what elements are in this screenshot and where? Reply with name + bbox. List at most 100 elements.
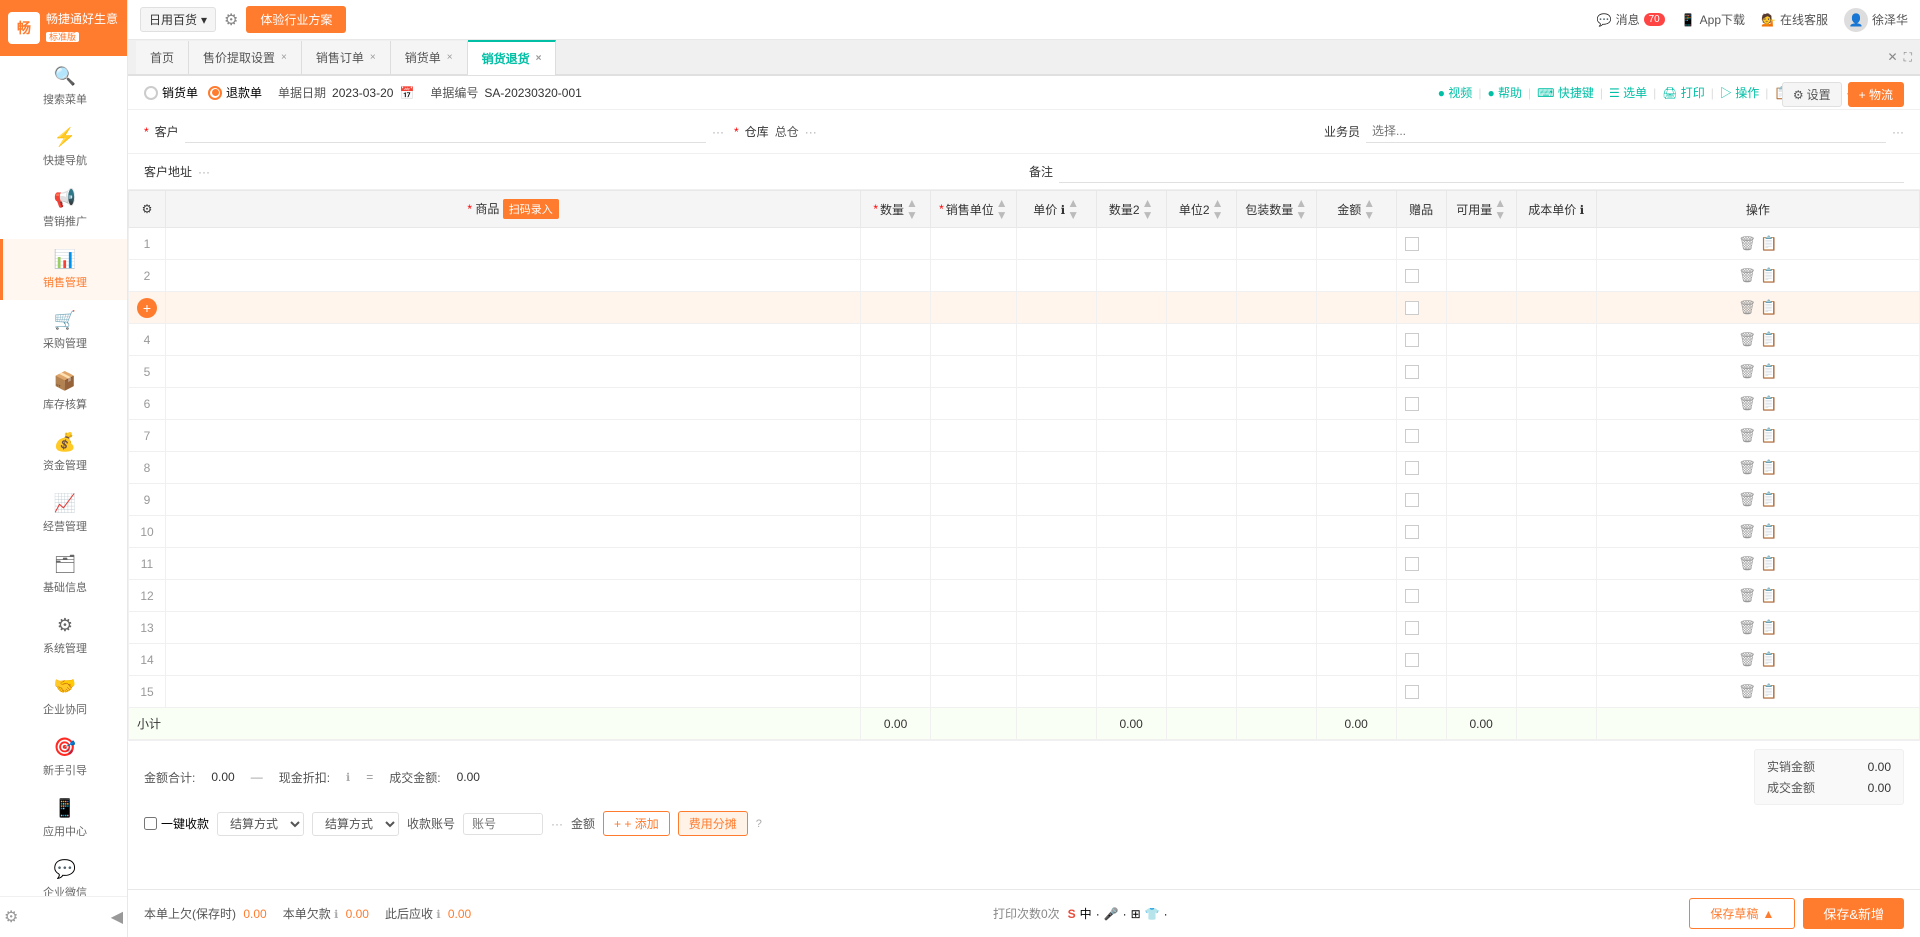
discount-tip-icon[interactable]: ℹ (346, 771, 350, 784)
row-unit2-8[interactable] (1166, 452, 1236, 484)
row-qty2-7[interactable] (1096, 420, 1166, 452)
gift-checkbox-12[interactable] (1405, 589, 1419, 603)
available-sort-icon[interactable]: ▲▼ (1494, 197, 1506, 221)
row-cost-12[interactable] (1516, 580, 1596, 612)
row-qty-12[interactable] (861, 580, 931, 612)
row-cost-2[interactable] (1516, 260, 1596, 292)
gift-checkbox-6[interactable] (1405, 397, 1419, 411)
row-qty-13[interactable] (861, 612, 931, 644)
sidebar-item-system[interactable]: ⚙ 系统管理 (0, 605, 127, 666)
row-qty2-1[interactable] (1096, 228, 1166, 260)
row-cost-8[interactable] (1516, 452, 1596, 484)
copy-row-icon-10[interactable]: 📋 (1760, 523, 1777, 540)
row-amount-14[interactable] (1316, 644, 1396, 676)
row-price-6[interactable] (1016, 388, 1096, 420)
row-unit-10[interactable] (931, 516, 1017, 548)
tab-4[interactable]: 销货退货 × (468, 40, 557, 75)
row-qty2-9[interactable] (1096, 484, 1166, 516)
row-gift-4[interactable] (1396, 324, 1446, 356)
row-unit-6[interactable] (931, 388, 1017, 420)
row-unit2-6[interactable] (1166, 388, 1236, 420)
print-link[interactable]: 🖨 打印 (1662, 84, 1705, 101)
copy-row-icon-12[interactable]: 📋 (1760, 587, 1777, 604)
row-unit2-13[interactable] (1166, 612, 1236, 644)
row-unit-2[interactable] (931, 260, 1017, 292)
amount-sort-icon[interactable]: ▲▼ (1363, 197, 1375, 221)
row-gift-13[interactable] (1396, 612, 1446, 644)
tab-close-icon[interactable]: × (370, 52, 376, 63)
row-qty-1[interactable] (861, 228, 931, 260)
price-sort-icon[interactable]: ▲▼ (1067, 197, 1079, 221)
row-qty-2[interactable] (861, 260, 931, 292)
settings-btn[interactable]: ⚙ 设置 (1782, 82, 1842, 107)
row-cost-11[interactable] (1516, 548, 1596, 580)
delete-row-icon-1[interactable]: 🗑 (1738, 235, 1756, 252)
row-goods-6[interactable] (166, 388, 861, 420)
operate-link[interactable]: ▷ 操作 (1720, 84, 1759, 101)
row-cost-7[interactable] (1516, 420, 1596, 452)
row-cost-9[interactable] (1516, 484, 1596, 516)
delete-row-icon-15[interactable]: 🗑 (1738, 683, 1756, 700)
row-unit2-1[interactable] (1166, 228, 1236, 260)
row-goods-14[interactable] (166, 644, 861, 676)
shortcut-link[interactable]: ⌨ 快捷键 (1537, 84, 1594, 101)
sidebar-item-purchase[interactable]: 🛒 采购管理 (0, 300, 127, 361)
row-price-9[interactable] (1016, 484, 1096, 516)
online-service-btn[interactable]: 💁 在线客服 (1761, 11, 1828, 28)
copy-row-icon-2[interactable]: 📋 (1760, 267, 1777, 284)
delete-row-icon-4[interactable]: 🗑 (1738, 331, 1756, 348)
tool-icon-3[interactable]: 🎤 (1104, 907, 1119, 921)
row-available-7[interactable] (1446, 420, 1516, 452)
qty2-sort-icon[interactable]: ▲▼ (1142, 197, 1154, 221)
row-price-11[interactable] (1016, 548, 1096, 580)
row-pack-15[interactable] (1236, 676, 1316, 708)
row-qty2-5[interactable] (1096, 356, 1166, 388)
row-price-3[interactable] (1016, 292, 1096, 324)
sidebar-collapse-icon[interactable]: ◀ (111, 907, 123, 927)
row-qty-9[interactable] (861, 484, 931, 516)
industry-dropdown[interactable]: 日用百货 ▾ (140, 7, 216, 32)
row-qty-3[interactable] (861, 292, 931, 324)
topbar-gear-icon[interactable]: ⚙ (224, 10, 238, 30)
qty-sort-icon[interactable]: ▲▼ (906, 197, 918, 221)
row-gift-10[interactable] (1396, 516, 1446, 548)
calculate-select[interactable]: 结算方式 (312, 812, 399, 836)
sidebar-item-shortcut[interactable]: ⚡ 快捷导航 (0, 117, 127, 178)
logistics-btn[interactable]: + 物流 (1848, 82, 1904, 107)
row-gift-7[interactable] (1396, 420, 1446, 452)
gift-checkbox-1[interactable] (1405, 237, 1419, 251)
row-available-10[interactable] (1446, 516, 1516, 548)
tab-close-icon[interactable]: × (447, 52, 453, 63)
gift-checkbox-5[interactable] (1405, 365, 1419, 379)
salesman-input[interactable] (1366, 120, 1886, 143)
row-pack-8[interactable] (1236, 452, 1316, 484)
settlement-select[interactable]: 结算方式 (217, 812, 304, 836)
row-available-13[interactable] (1446, 612, 1516, 644)
copy-row-icon-13[interactable]: 📋 (1760, 619, 1777, 636)
tab-close-icon[interactable]: × (281, 52, 287, 63)
row-unit2-3[interactable] (1166, 292, 1236, 324)
save-new-btn[interactable]: 保存&新增 (1803, 898, 1904, 929)
row-amount-9[interactable] (1316, 484, 1396, 516)
row-unit-5[interactable] (931, 356, 1017, 388)
row-goods-4[interactable] (166, 324, 861, 356)
row-qty-8[interactable] (861, 452, 931, 484)
row-cost-13[interactable] (1516, 612, 1596, 644)
delete-row-icon-13[interactable]: 🗑 (1738, 619, 1756, 636)
select-link[interactable]: ☰ 选单 (1609, 84, 1647, 101)
row-pack-5[interactable] (1236, 356, 1316, 388)
close-all-icon[interactable]: ✕ (1888, 50, 1898, 65)
row-amount-1[interactable] (1316, 228, 1396, 260)
row-available-12[interactable] (1446, 580, 1516, 612)
delete-row-icon-3[interactable]: 🗑 (1738, 299, 1756, 316)
message-btn[interactable]: 💬 消息 70 (1597, 11, 1665, 28)
expand-icon[interactable]: ⛶ (1904, 50, 1912, 65)
gift-checkbox-10[interactable] (1405, 525, 1419, 539)
copy-row-icon-1[interactable]: 📋 (1760, 235, 1777, 252)
delete-row-icon-7[interactable]: 🗑 (1738, 427, 1756, 444)
row-pack-10[interactable] (1236, 516, 1316, 548)
row-qty-11[interactable] (861, 548, 931, 580)
row-pack-13[interactable] (1236, 612, 1316, 644)
row-gift-3[interactable] (1396, 292, 1446, 324)
copy-row-icon-4[interactable]: 📋 (1760, 331, 1777, 348)
